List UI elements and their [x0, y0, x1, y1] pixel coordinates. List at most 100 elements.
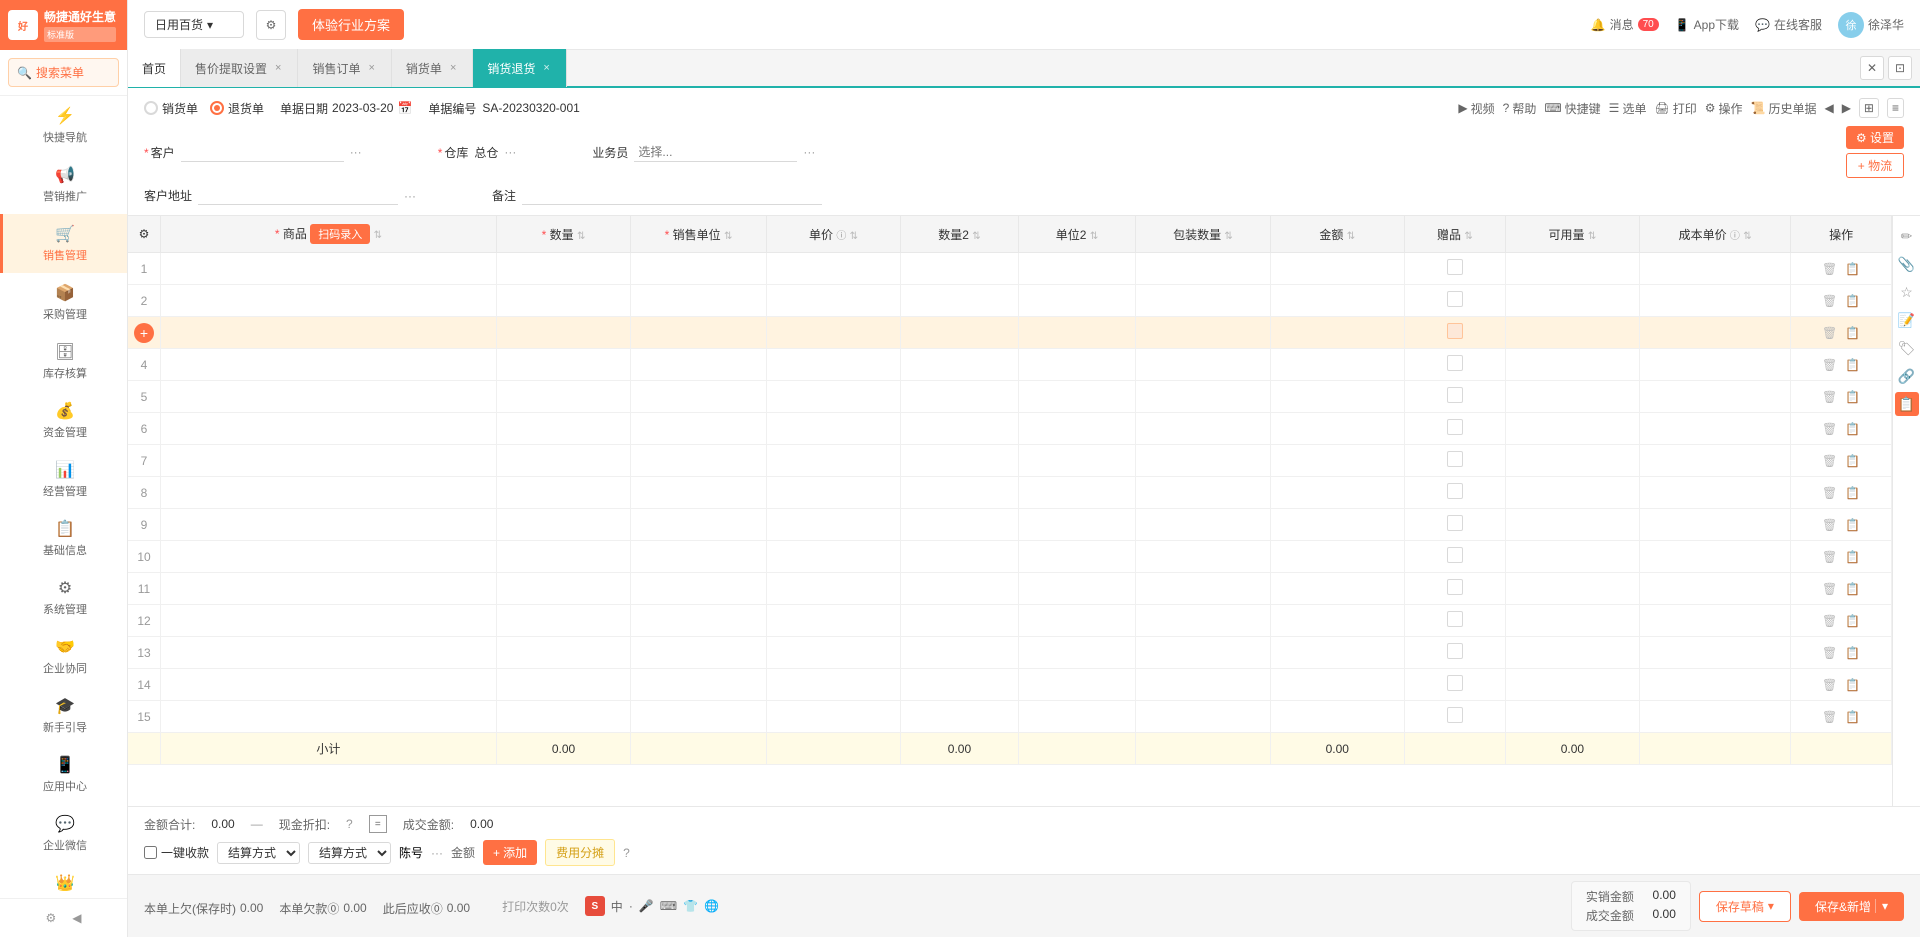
warehouse-search-btn[interactable]: ··· [504, 145, 516, 159]
quantity-cell-2[interactable] [496, 285, 630, 317]
gift-checkbox-5[interactable] [1447, 387, 1463, 403]
settings-button[interactable]: ⚙ 设置 [1846, 126, 1904, 149]
cost-price-cell-2[interactable] [1640, 285, 1791, 317]
delete-row-3-btn[interactable]: 🗑 [1820, 324, 1839, 342]
tab-sales-delivery-close[interactable]: × [448, 61, 458, 75]
col-cost-price-info-icon[interactable]: ⓘ [1730, 231, 1740, 242]
copy-row-7-btn[interactable]: 📋 [1843, 452, 1862, 470]
delete-row-5-btn[interactable]: 🗑 [1820, 388, 1839, 406]
remark-input[interactable] [522, 186, 822, 205]
tab-home[interactable]: 首页 [128, 49, 181, 87]
copy-row-3-btn[interactable]: 📋 [1843, 324, 1862, 342]
right-btn-attachment[interactable]: 📎 [1895, 252, 1919, 276]
gift-checkbox-7[interactable] [1447, 451, 1463, 467]
right-btn-link[interactable]: 🔗 [1895, 364, 1919, 388]
amount-cell-1[interactable] [1270, 253, 1404, 285]
sidebar-item-sales[interactable]: 🛒 销售管理 [0, 214, 127, 273]
calendar-icon[interactable]: 📅 [397, 101, 412, 115]
action-video[interactable]: ▶ 视频 [1458, 100, 1494, 117]
maximize-tab-btn[interactable]: ⊡ [1888, 56, 1912, 80]
delete-row-11-btn[interactable]: 🗑 [1820, 580, 1839, 598]
amount-cell-3[interactable] [1270, 317, 1404, 349]
col-price-info-icon[interactable]: ⓘ [836, 231, 846, 242]
copy-row-9-btn[interactable]: 📋 [1843, 516, 1862, 534]
scan-input-button[interactable]: 扫码录入 [310, 224, 370, 244]
add-row-button[interactable]: + [134, 323, 154, 343]
sidebar-collapse-btn[interactable]: ◀ [68, 907, 85, 929]
user-menu-button[interactable]: 徐 徐泽华 [1838, 12, 1904, 38]
gift-checkbox-12[interactable] [1447, 611, 1463, 627]
right-btn-tag[interactable]: 🏷 [1895, 336, 1919, 360]
next-record-btn[interactable]: ▶ [1842, 101, 1851, 115]
sidebar-item-finance[interactable]: 💰 资金管理 [0, 391, 127, 450]
app-download-button[interactable]: 📱 App下载 [1675, 16, 1739, 33]
available-cell-1[interactable] [1505, 253, 1639, 285]
action-help[interactable]: ? 帮助 [1503, 100, 1537, 117]
sidebar-item-inventory[interactable]: 🗄 库存核算 [0, 332, 127, 391]
sidebar-item-enterprise[interactable]: 🤝 企业协同 [0, 627, 127, 686]
sidebar-item-basic[interactable]: 📋 基础信息 [0, 509, 127, 568]
sidebar-item-operation[interactable]: 📊 经营管理 [0, 450, 127, 509]
copy-row-12-btn[interactable]: 📋 [1843, 612, 1862, 630]
gift-checkbox-10[interactable] [1447, 547, 1463, 563]
account-search-btn[interactable]: ··· [431, 846, 443, 860]
col-qty2-sort[interactable]: ⇅ [972, 231, 980, 242]
product-cell-1[interactable] [161, 253, 497, 285]
unit2-cell-1[interactable] [1018, 253, 1136, 285]
grid-view-btn[interactable]: ⊞ [1859, 98, 1879, 118]
delete-row-10-btn[interactable]: 🗑 [1820, 548, 1839, 566]
delete-row-14-btn[interactable]: 🗑 [1820, 676, 1839, 694]
copy-row-10-btn[interactable]: 📋 [1843, 548, 1862, 566]
sidebar-item-marketing[interactable]: 📢 营销推广 [0, 155, 127, 214]
salesperson-search-btn[interactable]: ··· [803, 145, 815, 159]
product-cell-3-active[interactable] [161, 317, 497, 349]
account-select[interactable]: 结算方式 [308, 842, 391, 864]
split-help-icon[interactable]: ? [623, 846, 630, 860]
copy-row-14-btn[interactable]: 📋 [1843, 676, 1862, 694]
add-expense-button[interactable]: + 添加 [483, 840, 537, 865]
unit-cell-1[interactable] [631, 253, 767, 285]
action-operation[interactable]: ⚙ 操作 [1705, 100, 1743, 117]
gift-checkbox-2[interactable] [1447, 291, 1463, 307]
right-btn-note[interactable]: 📝 [1895, 308, 1919, 332]
price-cell-2[interactable] [766, 285, 900, 317]
copy-row-4-btn[interactable]: 📋 [1843, 356, 1862, 374]
qty2-cell-2[interactable] [901, 285, 1019, 317]
col-gift-sort[interactable]: ⇅ [1464, 231, 1472, 242]
sidebar-item-purchase[interactable]: 📦 采购管理 [0, 273, 127, 332]
copy-row-5-btn[interactable]: 📋 [1843, 388, 1862, 406]
list-view-btn[interactable]: ≡ [1887, 98, 1904, 118]
action-history[interactable]: 📜 历史单据 [1750, 100, 1816, 117]
delete-row-9-btn[interactable]: 🗑 [1820, 516, 1839, 534]
gift-checkbox-3[interactable] [1447, 323, 1463, 339]
save-new-button[interactable]: 保存&新增 ▾ [1799, 892, 1904, 921]
qty2-cell-1[interactable] [901, 253, 1019, 285]
payment-checkbox[interactable] [144, 846, 157, 859]
tab-sales-order-close[interactable]: × [366, 61, 376, 75]
product-cell-2[interactable] [161, 285, 497, 317]
tab-sales-return[interactable]: 销货退货 × [473, 49, 566, 87]
col-unit-sort[interactable]: ⇅ [724, 231, 732, 242]
copy-row-13-btn[interactable]: 📋 [1843, 644, 1862, 662]
close-tab-btn[interactable]: ✕ [1860, 56, 1884, 80]
gift-cell-1[interactable] [1404, 253, 1505, 285]
tab-sales-delivery[interactable]: 销货单 × [392, 49, 473, 87]
save-new-arrow[interactable]: ▾ [1875, 899, 1888, 913]
pack-qty-cell-1[interactable] [1136, 253, 1270, 285]
gift-checkbox-4[interactable] [1447, 355, 1463, 371]
address-input[interactable] [198, 186, 398, 205]
action-select[interactable]: ☰ 选单 [1609, 100, 1647, 117]
delete-row-15-btn[interactable]: 🗑 [1820, 708, 1839, 726]
salesperson-input[interactable] [634, 143, 797, 162]
copy-row-2-btn[interactable]: 📋 [1843, 292, 1862, 310]
pack-qty-cell-3[interactable] [1136, 317, 1270, 349]
amount-cell-2[interactable] [1270, 285, 1404, 317]
copy-row-1-btn[interactable]: 📋 [1843, 260, 1862, 278]
quantity-cell-1[interactable] [496, 253, 630, 285]
radio-return-order[interactable]: 退货单 [210, 100, 264, 117]
available-cell-3[interactable] [1505, 317, 1639, 349]
gift-cell-3[interactable] [1404, 317, 1505, 349]
product-input-3[interactable] [167, 326, 490, 340]
col-unit2-sort[interactable]: ⇅ [1090, 231, 1098, 242]
cost-price-cell-3[interactable] [1640, 317, 1791, 349]
